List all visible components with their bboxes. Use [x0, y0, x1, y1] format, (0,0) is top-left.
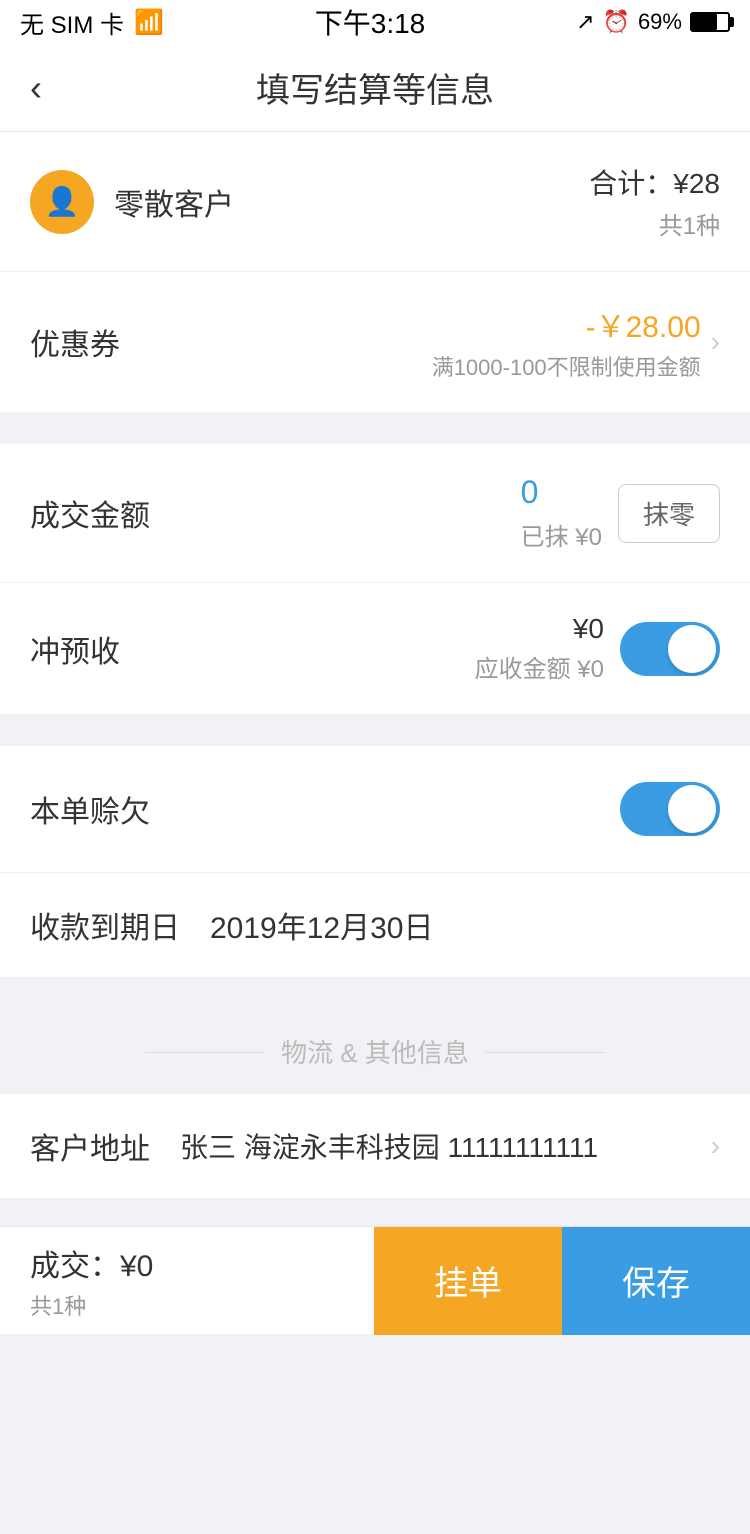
section-divider-2 — [0, 730, 750, 746]
battery-icon — [690, 12, 730, 32]
prepayment-sub: 应收金额 ¥0 — [475, 649, 604, 684]
coupon-desc: 满1000-100不限制使用金额 — [432, 350, 701, 382]
customer-row: 👤 零散客户 合计：¥28 共1种 — [0, 132, 750, 271]
debt-card: 本单赊欠 收款到期日 2019年12月30日 — [0, 746, 750, 977]
pending-button[interactable]: 挂单 — [374, 1227, 562, 1335]
coupon-info: -￥28.00 满1000-100不限制使用金额 — [432, 302, 701, 382]
prepayment-row: 冲预收 ¥0 应收金额 ¥0 — [0, 583, 750, 714]
customer-right: 合计：¥28 共1种 — [589, 162, 720, 241]
total-amount: 合计：¥28 — [589, 162, 720, 202]
coupon-row[interactable]: 优惠券 -￥28.00 满1000-100不限制使用金额 › — [0, 271, 750, 412]
coupon-amount: -￥28.00 — [432, 302, 701, 346]
prepayment-toggle[interactable] — [620, 622, 720, 676]
prepayment-amount: ¥0 — [475, 613, 604, 645]
debt-toggle[interactable] — [620, 782, 720, 836]
logistics-header: 物流 & 其他信息 — [0, 1009, 750, 1094]
transaction-label: 成交金额 — [30, 491, 150, 535]
transaction-row: 成交金额 0 已抹 ¥0 抹零 — [0, 444, 750, 583]
bottom-deal-row: 成交：¥0 — [30, 1241, 344, 1285]
section-divider-1 — [0, 428, 750, 444]
logistics-label: 物流 & 其他信息 — [281, 1033, 469, 1070]
coupon-label: 优惠券 — [30, 320, 120, 364]
transaction-sub: 已抹 ¥0 — [521, 517, 602, 552]
debt-label: 本单赊欠 — [30, 787, 150, 831]
bottom-bar: 成交：¥0 共1种 挂单 保存 — [0, 1226, 750, 1334]
nav-bar: ‹ 填写结算等信息 — [0, 44, 750, 132]
toggle-knob — [668, 625, 716, 673]
save-button[interactable]: 保存 — [562, 1227, 750, 1335]
avatar-icon: 👤 — [45, 185, 80, 218]
address-value: 张三 海淀永丰科技园 11111111111 — [180, 1126, 711, 1166]
address-chevron-icon: › — [711, 1130, 720, 1162]
customer-card: 👤 零散客户 合计：¥28 共1种 优惠券 -￥28.00 满1000-100不… — [0, 132, 750, 412]
wifi-icon: 📶 — [134, 8, 164, 37]
debt-row: 本单赊欠 — [0, 746, 750, 872]
transaction-card: 成交金额 0 已抹 ¥0 抹零 冲预收 ¥0 应收金额 ¥0 — [0, 444, 750, 714]
alarm-icon: ⏰ — [603, 9, 630, 35]
bottom-count: 共1种 — [30, 1289, 344, 1321]
status-time: 下午3:18 — [315, 2, 426, 42]
due-date-value: 2019年12月30日 — [210, 903, 433, 947]
round-button[interactable]: 抹零 — [618, 484, 720, 543]
total-count: 共1种 — [589, 206, 720, 241]
bottom-summary: 成交：¥0 共1种 — [0, 1241, 374, 1321]
location-icon: ↗ — [576, 9, 594, 35]
address-label: 客户地址 — [30, 1124, 150, 1168]
customer-left: 👤 零散客户 — [30, 170, 234, 234]
page-title: 填写结算等信息 — [256, 63, 494, 112]
transaction-amount: 0 — [521, 474, 602, 511]
address-row[interactable]: 客户地址 张三 海淀永丰科技园 11111111111 › — [0, 1094, 750, 1198]
status-bar: 无 SIM 卡 📶 下午3:18 ↗ ⏰ 69% — [0, 0, 750, 44]
avatar: 👤 — [30, 170, 94, 234]
due-date-label: 收款到期日 — [30, 903, 180, 947]
bottom-deal-label: 成交： — [30, 1250, 120, 1283]
transaction-right: 0 已抹 ¥0 抹零 — [521, 474, 720, 552]
debt-toggle-knob — [668, 785, 716, 833]
battery-percent: 69% — [638, 9, 682, 35]
prepayment-label: 冲预收 — [30, 627, 120, 671]
carrier-text: 无 SIM 卡 — [20, 5, 124, 40]
bottom-deal-amount: ¥0 — [120, 1250, 153, 1283]
coupon-right: -￥28.00 满1000-100不限制使用金额 › — [432, 302, 720, 382]
back-button[interactable]: ‹ — [30, 67, 42, 109]
chevron-right-icon: › — [711, 326, 720, 358]
section-divider-3 — [0, 993, 750, 1009]
status-left: 无 SIM 卡 📶 — [20, 5, 164, 40]
prepayment-right: ¥0 应收金额 ¥0 — [475, 613, 720, 684]
prepayment-info: ¥0 应收金额 ¥0 — [475, 613, 604, 684]
due-date-row: 收款到期日 2019年12月30日 — [0, 872, 750, 977]
customer-name: 零散客户 — [114, 180, 234, 224]
address-card: 客户地址 张三 海淀永丰科技园 11111111111 › — [0, 1094, 750, 1198]
status-right: ↗ ⏰ 69% — [576, 9, 730, 35]
